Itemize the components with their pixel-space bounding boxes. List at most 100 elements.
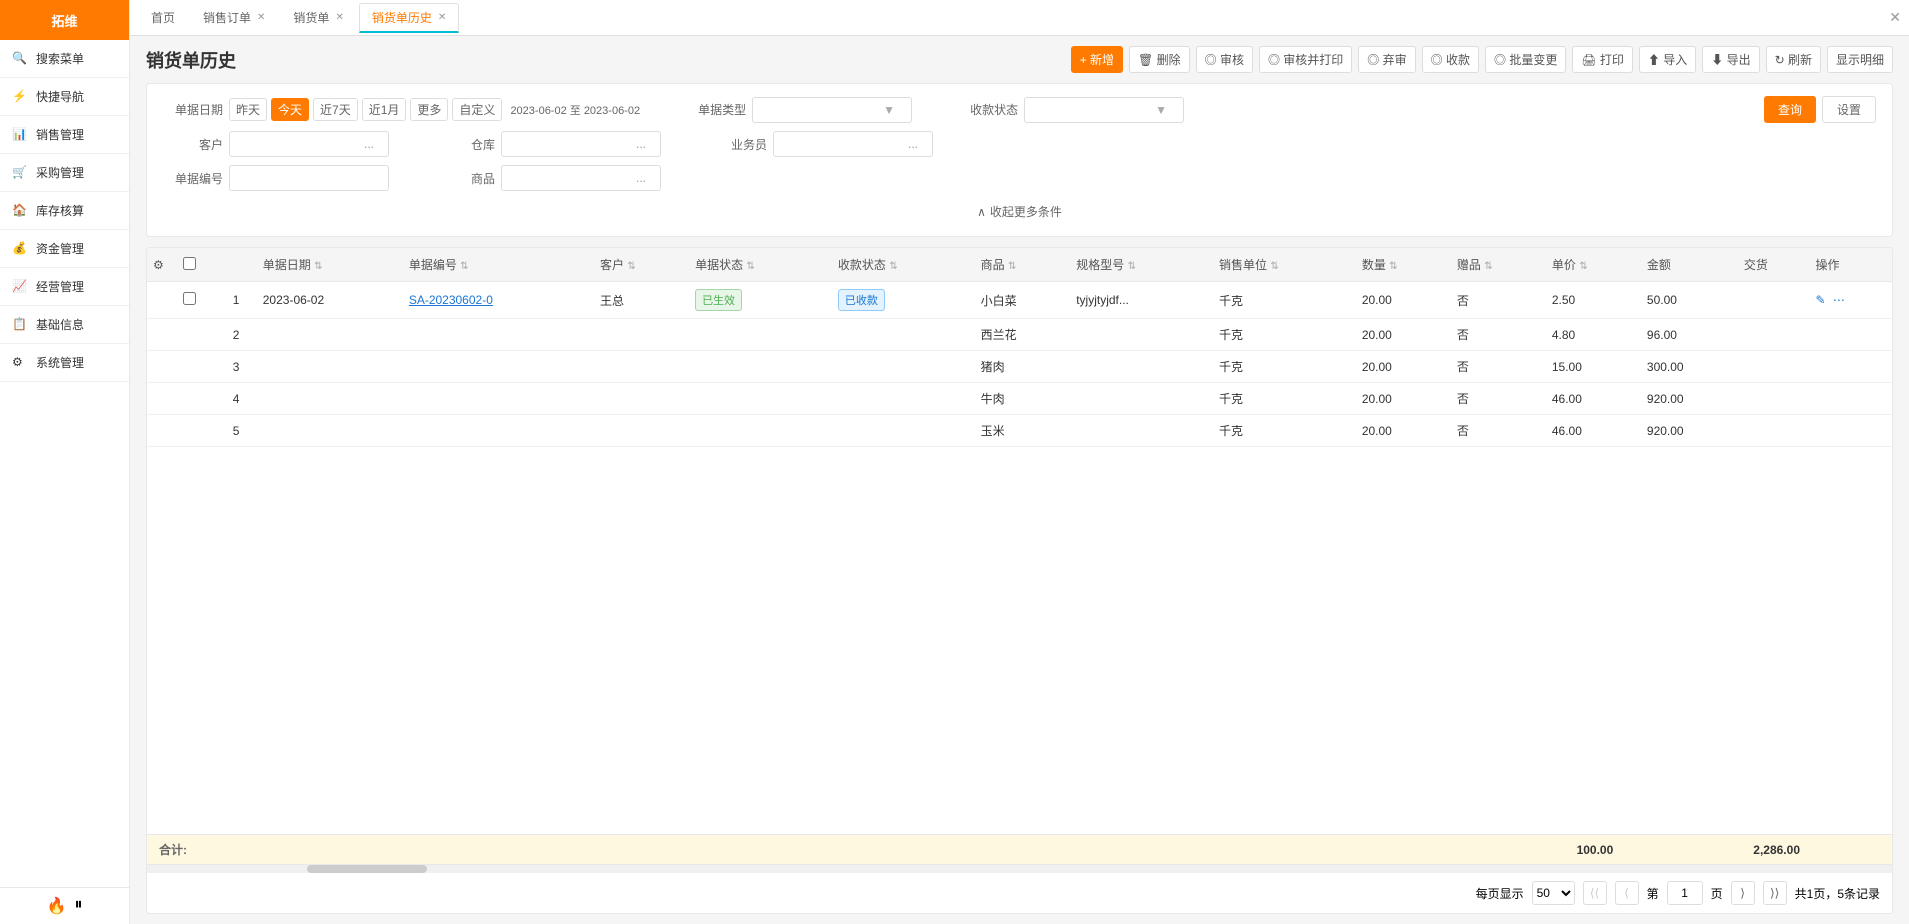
th-customer[interactable]: 客户 ⇅ [594,248,689,282]
toolbar: + 新增 🗑 删除 ◎ 审核 ◎ 审核并打印 ◎ 弃审 ◎ 收款 ◎ 批量变更 … [1071,46,1893,73]
sidebar-item-ops-mgmt[interactable]: 📈 经营管理 [0,268,129,306]
summary-total-amount: 2,286.00 [1753,843,1800,857]
sidebar-item-purchase-mgmt[interactable]: 🛒 采购管理 [0,154,129,192]
date-btn-today[interactable]: 今天 [271,98,309,121]
import-button[interactable]: ⬆ 导入 [1639,46,1696,73]
table-row: 1 2023-06-02 SA-20230602-0 王总 已生效 已收款 小白… [147,282,1892,319]
print-button[interactable]: 🖨 打印 [1572,46,1633,73]
tab-sales-order-close[interactable]: ✕ [257,12,265,23]
row-doc-no[interactable]: SA-20230602-0 [403,282,594,319]
goods-input[interactable] [502,166,632,190]
tab-sales-goods[interactable]: 销货单 ✕ [280,3,356,33]
th-price[interactable]: 单价 ⇅ [1546,248,1641,282]
export-button[interactable]: ⬇ 导出 [1702,46,1759,73]
date-btn-custom[interactable]: 自定义 [452,98,502,121]
next-page-button[interactable]: ⟩ [1731,881,1755,905]
page-size-select[interactable]: 50 100 200 [1532,881,1575,905]
last-page-button[interactable]: ⟩⟩ [1763,881,1787,905]
date-btn-yesterday[interactable]: 昨天 [229,98,267,121]
page-number-input[interactable] [1667,881,1703,905]
doc-no-input[interactable] [229,165,389,191]
action-more-icon[interactable]: ⋯ [1833,293,1845,307]
prev-page-button[interactable]: ⟨ [1615,881,1639,905]
collapse-button[interactable]: ∧ 收起更多条件 [973,199,1066,224]
warehouse-dots-icon[interactable]: ... [636,137,646,151]
th-doc-date[interactable]: 单据日期 ⇅ [257,248,403,282]
sidebar-item-capital-mgmt[interactable]: 💰 资金管理 [0,230,129,268]
row-checkbox[interactable] [177,282,227,319]
date-btn-more[interactable]: 更多 [410,98,448,121]
sidebar-bottom-icon1[interactable]: 🔥 [47,896,67,916]
th-gear[interactable]: ⚙ [147,248,177,282]
tab-sales-goods-history-close[interactable]: ✕ [438,12,446,23]
audit-print-button[interactable]: ◎ 审核并打印 [1259,46,1352,73]
salesperson-dots-icon[interactable]: ... [908,137,918,151]
warehouse-input[interactable] [502,132,632,156]
doc-no-label: 单据编号 [163,170,223,187]
date-btn-1month[interactable]: 近1月 [362,98,407,121]
settings-button[interactable]: 设置 [1822,96,1876,123]
th-doc-no[interactable]: 单据编号 ⇅ [403,248,594,282]
customer-dots-icon[interactable]: ... [364,137,374,151]
sidebar-item-basic-info[interactable]: 📋 基础信息 [0,306,129,344]
customer-input[interactable] [230,132,360,156]
window-close-button[interactable]: ✕ [1889,9,1901,26]
refresh-button[interactable]: ↻ 刷新 [1766,46,1821,73]
select-all-checkbox[interactable] [183,257,196,270]
th-checkbox[interactable] [177,248,227,282]
th-gift[interactable]: 赠品 ⇅ [1451,248,1546,282]
collect-button[interactable]: ◎ 收款 [1422,46,1479,73]
tab-home[interactable]: 首页 [138,3,188,33]
filter-payment-status: 收款状态 ▼ [958,97,1184,123]
sort-doc-date-icon: ⇅ [314,261,322,272]
payment-status-input[interactable] [1025,98,1155,122]
row-checkbox[interactable] [177,319,227,351]
sidebar-item-sales-mgmt[interactable]: 📊 销售管理 [0,116,129,154]
abandon-button[interactable]: ◎ 弃审 [1358,46,1415,73]
th-spec[interactable]: 规格型号 ⇅ [1070,248,1213,282]
row-price: 2.50 [1546,282,1641,319]
horizontal-scrollbar[interactable] [147,864,1892,872]
doc-type-dropdown-icon[interactable]: ▼ [883,103,895,117]
row-customer: 王总 [594,282,689,319]
date-btn-7days[interactable]: 近7天 [313,98,358,121]
row-checkbox[interactable] [177,383,227,415]
th-qty[interactable]: 数量 ⇅ [1356,248,1451,282]
sidebar-bottom-icon2[interactable]: ⏸ [74,896,82,916]
sort-unit-icon: ⇅ [1270,261,1278,272]
salesperson-input[interactable] [774,132,904,156]
show-detail-button[interactable]: 显示明细 [1827,46,1893,73]
th-unit[interactable]: 销售单位 ⇅ [1213,248,1356,282]
doc-type-input[interactable] [753,98,883,122]
row-checkbox[interactable] [177,415,227,447]
row-gear [147,383,177,415]
delete-button[interactable]: 🗑 删除 [1129,46,1190,73]
sidebar-item-search-menu[interactable]: 🔍 搜索菜单 [0,40,129,78]
sidebar-item-sys-mgmt[interactable]: ⚙ 系统管理 [0,344,129,382]
row-unit: 千克 [1213,351,1356,383]
action-edit-icon[interactable]: ✎ [1816,293,1826,307]
th-doc-status[interactable]: 单据状态 ⇅ [689,248,832,282]
row-price: 46.00 [1546,383,1641,415]
date-filter-buttons: 昨天 今天 近7天 近1月 更多 自定义 2023-06-02 至 2023-0… [229,98,640,121]
inventory-calc-icon: 🏠 [12,203,28,219]
row-qty: 20.00 [1356,351,1451,383]
th-goods[interactable]: 商品 ⇅ [975,248,1071,282]
sidebar-item-inventory-calc[interactable]: 🏠 库存核算 [0,192,129,230]
payment-status-dropdown-icon[interactable]: ▼ [1155,103,1167,117]
query-button[interactable]: 查询 [1764,96,1816,123]
tab-sales-goods-close[interactable]: ✕ [335,12,343,23]
sidebar-item-quick-nav[interactable]: ⚡ 快捷导航 [0,78,129,116]
batch-change-button[interactable]: ◎ 批量变更 [1485,46,1566,73]
row-qty: 20.00 [1356,319,1451,351]
tab-sales-goods-label: 销货单 [293,9,329,26]
row-checkbox[interactable] [177,351,227,383]
first-page-button[interactable]: ⟨⟨ [1583,881,1607,905]
tab-sales-goods-history[interactable]: 销货单历史 ✕ [359,3,459,33]
th-payment-status[interactable]: 收款状态 ⇅ [832,248,975,282]
new-button[interactable]: + 新增 [1071,46,1123,73]
tab-sales-order[interactable]: 销售订单 ✕ [190,3,278,33]
scrollbar-thumb[interactable] [307,865,427,873]
goods-dots-icon[interactable]: ... [636,171,646,185]
audit-button[interactable]: ◎ 审核 [1196,46,1253,73]
